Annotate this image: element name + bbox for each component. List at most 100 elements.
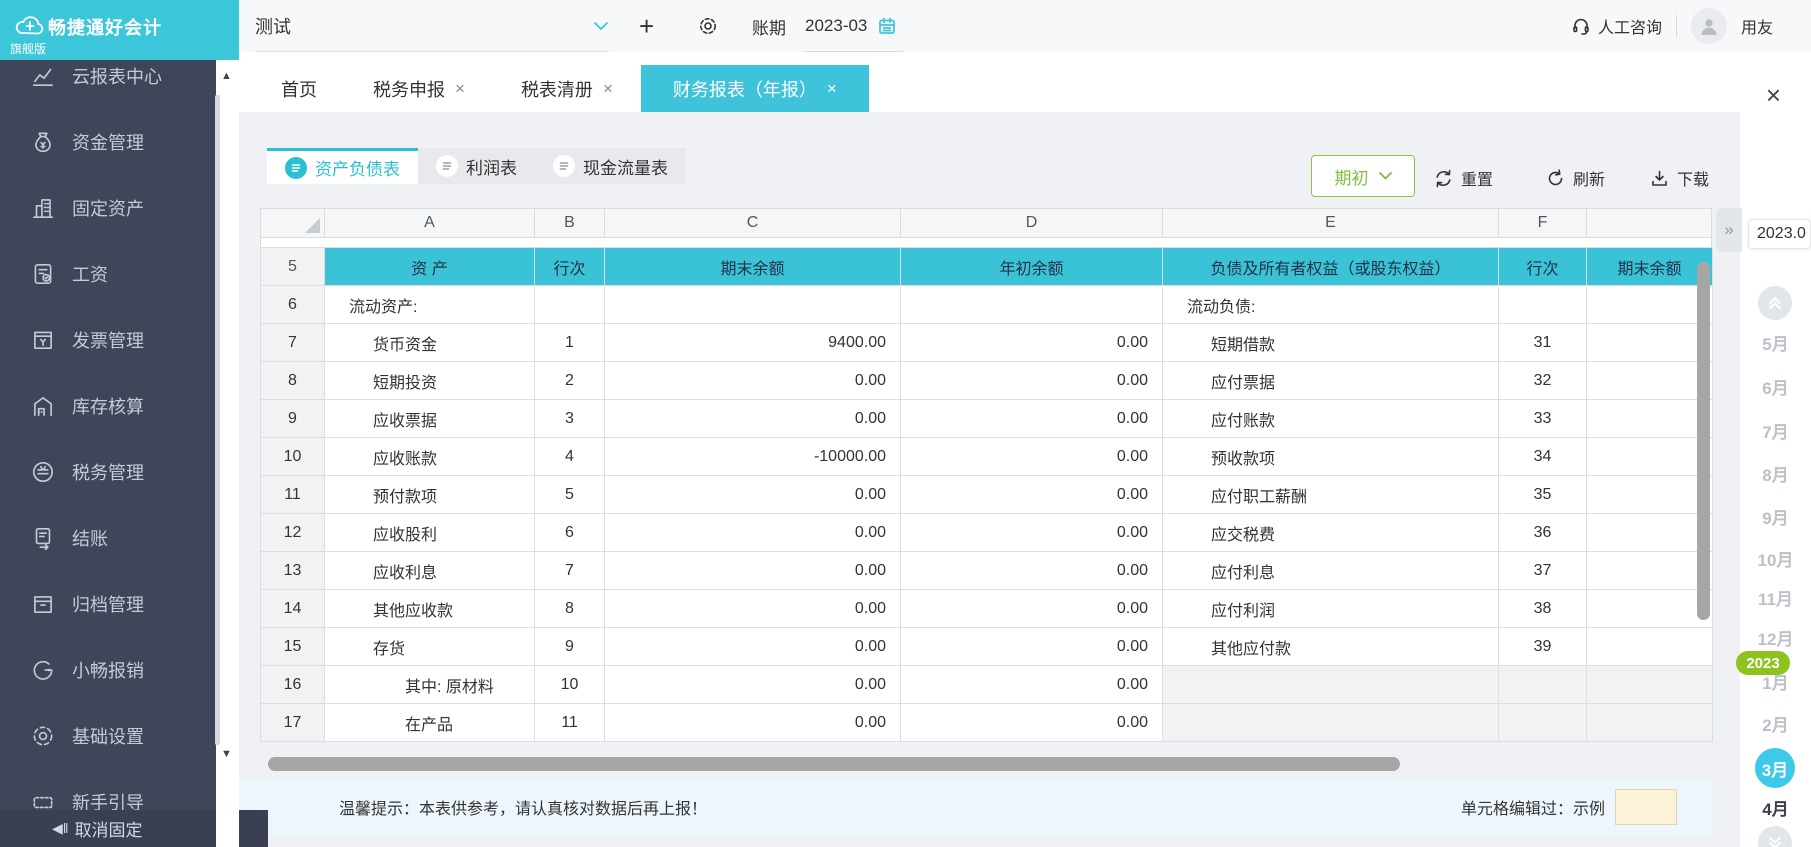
column-header-g[interactable] (1587, 209, 1711, 237)
column-header-d[interactable]: D (901, 209, 1163, 237)
tab-tax-list[interactable]: 税表清册 × (493, 65, 641, 112)
sidebar-item-closing[interactable]: 结账 (0, 505, 216, 571)
column-header-b[interactable]: B (535, 209, 605, 237)
month-item-active[interactable]: 3月 (1755, 748, 1795, 788)
tab-financial-report[interactable]: 财务报表（年报） × (640, 65, 869, 112)
panel-collapse-icon[interactable]: » (1716, 208, 1742, 252)
month-item[interactable]: 2月 (1740, 711, 1811, 736)
brand-edition: 旗舰版 (10, 42, 47, 56)
settings-icon[interactable] (697, 0, 719, 52)
close-icon[interactable]: × (603, 80, 613, 97)
period-picker[interactable]: 2023-03 (805, 0, 904, 52)
subtab-balance-sheet[interactable]: 资产负债表 (267, 148, 418, 184)
sidebar-item-label: 税务管理 (72, 463, 144, 483)
column-header-f[interactable]: F (1499, 209, 1587, 237)
period-filter-label: 期初 (1334, 168, 1369, 188)
vertical-scrollbar[interactable] (1697, 262, 1710, 620)
sidebar-item-tax[interactable]: 税务管理 (0, 439, 216, 505)
sidebar-item-fixed-assets[interactable]: 固定资产 (0, 175, 216, 241)
grid-corner-cell[interactable] (261, 209, 325, 237)
report-subtabs: 资产负债表 利润表 现金流量表 (267, 148, 686, 184)
month-item[interactable]: 1月 (1740, 669, 1811, 694)
month-item[interactable]: 4月 (1740, 795, 1811, 820)
month-item[interactable]: 8月 (1740, 461, 1811, 486)
month-item[interactable]: 9月 (1740, 504, 1811, 529)
subtab-label: 资产负债表 (315, 160, 400, 179)
sidebar-item-invoices[interactable]: 发票管理 (0, 307, 216, 373)
sidebar-item-payroll[interactable]: 工资 (0, 241, 216, 307)
sidebar-item-label: 基础设置 (72, 727, 144, 747)
company-selector[interactable]: 测试 (255, 0, 609, 52)
support-button[interactable]: 人工咨询 (1571, 14, 1662, 38)
close-page-icon[interactable]: × (1766, 82, 1781, 108)
period-filter-button[interactable]: 期初 (1311, 155, 1415, 197)
unpin-icon: ◀‖ (52, 820, 69, 836)
horizontal-scrollbar[interactable] (268, 757, 1400, 771)
column-header-e[interactable]: E (1163, 209, 1499, 237)
scroll-up-icon[interactable] (1758, 286, 1792, 320)
subtab-income-statement[interactable]: 利润表 (418, 148, 535, 184)
sidebar-item-label: 云报表中心 (72, 67, 162, 87)
download-icon (1652, 170, 1667, 186)
column-letters-row: A B C D E F (260, 208, 1712, 238)
sidebar-item-inventory[interactable]: 库存核算 (0, 373, 216, 439)
table-row: 15 存货 9 0.00 0.00 其他应付款 39 (260, 627, 1713, 666)
tab-home[interactable]: 首页 (253, 65, 345, 112)
refresh-button[interactable]: 刷新 (1546, 166, 1605, 190)
person-icon (1701, 19, 1717, 35)
top-bar: 测试 + 账期 2023-03 人工咨询 用友 (239, 0, 1811, 52)
column-header-a[interactable]: A (325, 209, 535, 237)
month-item[interactable]: 7月 (1740, 418, 1811, 443)
close-icon[interactable]: × (455, 80, 465, 97)
month-item[interactable]: 10月 (1740, 546, 1811, 571)
edited-cell-hint: 单元格编辑过：示例 (1460, 801, 1605, 818)
scroll-down-arrow-icon[interactable]: ▼ (221, 748, 232, 760)
reset-button[interactable]: 重置 (1434, 166, 1493, 190)
tab-label: 首页 (281, 79, 317, 100)
close-icon[interactable]: × (827, 80, 837, 97)
username[interactable]: 用友 (1741, 14, 1773, 38)
table-row: 17 在产品 11 0.00 0.00 (260, 703, 1713, 742)
column-header-c[interactable]: C (605, 209, 901, 237)
sidebar-item-archive[interactable]: 归档管理 (0, 571, 216, 637)
table-row: 6 流动资产: 流动负债: (260, 285, 1713, 324)
table-row: 10 应收账款 4 -10000.00 0.00 预收款项 34 (260, 437, 1713, 476)
chevron-down-icon (594, 21, 608, 30)
add-account-button[interactable]: + (639, 0, 654, 52)
scroll-up-arrow-icon[interactable]: ▲ (221, 70, 232, 82)
table-row: 14 其他应收款 8 0.00 0.00 应付利润 38 (260, 589, 1713, 628)
reset-icon (1436, 169, 1451, 187)
sidebar-item-reimburse[interactable]: 小畅报销 (0, 637, 216, 703)
panel-period-box[interactable]: 2023.0 (1748, 219, 1811, 249)
subtab-cash-flow[interactable]: 现金流量表 (535, 148, 686, 184)
invoice-icon (34, 331, 52, 349)
sidebar-item-label: 结账 (72, 529, 108, 549)
money-bag-icon (35, 132, 51, 153)
month-item[interactable]: 6月 (1740, 374, 1811, 399)
sidebar-item-funds[interactable]: 资金管理 (0, 109, 216, 175)
divider (1675, 15, 1677, 37)
month-item[interactable]: 12月 (1740, 625, 1811, 650)
month-item[interactable]: 5月 (1740, 330, 1811, 355)
warehouse-icon (34, 397, 52, 417)
table-header-row: 5 资 产 行次 期末余额 年初余额 负债及所有者权益（或股东权益） 行次 期末… (260, 247, 1713, 286)
table-row: 7 货币资金 1 9400.00 0.00 短期借款 31 (260, 323, 1713, 362)
table-row: 11 预付款项 5 0.00 0.00 应付职工薪酬 35 (260, 475, 1713, 514)
avatar[interactable] (1690, 8, 1727, 44)
tab-bar: 首页 税务申报 × 税表清册 × 财务报表（年报） × (239, 52, 1811, 112)
settle-book-icon (35, 527, 51, 551)
month-item[interactable]: 11月 (1740, 585, 1811, 610)
download-button[interactable]: 下载 (1650, 166, 1709, 190)
payroll-icon (34, 263, 52, 285)
calendar-icon (879, 17, 896, 34)
company-name: 测试 (255, 16, 291, 37)
sidebar-item-settings[interactable]: 基础设置 (0, 703, 216, 769)
report-doc-icon (553, 155, 575, 177)
subtab-label: 现金流量表 (583, 158, 668, 178)
tab-tax-filing[interactable]: 税务申报 × (345, 65, 493, 112)
table-row: 8 短期投资 2 0.00 0.00 应付票据 32 (260, 361, 1713, 400)
archive-icon (34, 596, 52, 613)
sidebar-scrollbar[interactable] (215, 95, 220, 745)
brand-title: 畅捷通好会计 (48, 18, 162, 38)
sidebar-item-label: 小畅报销 (72, 661, 144, 681)
